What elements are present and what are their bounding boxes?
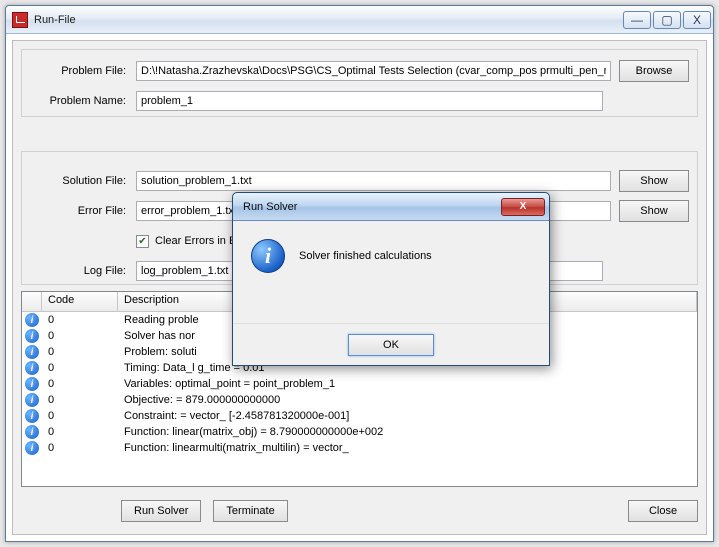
info-icon: i <box>25 345 39 359</box>
minimize-button[interactable]: — <box>623 11 651 29</box>
solution-file-input[interactable] <box>136 171 611 191</box>
dialog-titlebar[interactable]: Run Solver X <box>233 193 549 221</box>
row-description: Variables: optimal_point = point_problem… <box>118 378 697 390</box>
row-code: 0 <box>42 330 118 342</box>
window-title: Run-File <box>34 14 623 26</box>
clear-errors-label: Clear Errors in Er <box>155 235 240 247</box>
table-row[interactable]: i0Objective: = 879.000000000000 <box>22 392 697 408</box>
row-description: Function: linear(matrix_obj) = 8.7900000… <box>118 426 697 438</box>
info-icon: i <box>25 393 39 407</box>
row-info-icon: i <box>22 345 42 359</box>
row-info-icon: i <box>22 409 42 423</box>
info-icon: i <box>25 361 39 375</box>
problem-group: Problem File: Browse Problem Name: <box>21 49 698 117</box>
row-info-icon: i <box>22 329 42 343</box>
maximize-button[interactable]: ▢ <box>653 11 681 29</box>
show-solution-button[interactable]: Show <box>619 170 689 192</box>
row-info-icon: i <box>22 377 42 391</box>
ok-button[interactable]: OK <box>348 334 434 356</box>
table-row[interactable]: i0Variables: optimal_point = point_probl… <box>22 376 697 392</box>
clear-errors-checkbox[interactable]: ✔ Clear Errors in Er <box>136 235 240 248</box>
error-file-label: Error File: <box>30 205 136 217</box>
info-icon: i <box>25 425 39 439</box>
titlebar[interactable]: Run-File — ▢ X <box>6 6 713 34</box>
row-code: 0 <box>42 378 118 390</box>
dialog-title: Run Solver <box>243 201 501 213</box>
app-icon <box>12 12 28 28</box>
checkbox-icon: ✔ <box>136 235 149 248</box>
row-description: Function: linearmulti(matrix_multilin) =… <box>118 442 697 454</box>
row-info-icon: i <box>22 313 42 327</box>
solution-file-label: Solution File: <box>30 175 136 187</box>
row-description: Objective: = 879.000000000000 <box>118 394 697 406</box>
row-code: 0 <box>42 426 118 438</box>
browse-button[interactable]: Browse <box>619 60 689 82</box>
info-icon: i <box>251 239 285 273</box>
dialog-close-button[interactable]: X <box>501 198 545 216</box>
row-code: 0 <box>42 362 118 374</box>
info-icon: i <box>25 409 39 423</box>
problem-name-label: Problem Name: <box>30 95 136 107</box>
problem-name-input[interactable] <box>136 91 603 111</box>
dialog-message: Solver finished calculations <box>299 250 432 262</box>
window-close-button[interactable]: X <box>683 11 711 29</box>
close-button[interactable]: Close <box>628 500 698 522</box>
grid-header-icon[interactable] <box>22 292 42 311</box>
show-error-button[interactable]: Show <box>619 200 689 222</box>
info-icon: i <box>25 441 39 455</box>
row-info-icon: i <box>22 361 42 375</box>
row-description: Constraint: = vector_ [-2.458781320000e-… <box>118 410 697 422</box>
grid-header-code[interactable]: Code <box>42 292 118 311</box>
run-solver-button[interactable]: Run Solver <box>121 500 201 522</box>
run-solver-dialog: Run Solver X i Solver finished calculati… <box>232 192 550 366</box>
row-info-icon: i <box>22 441 42 455</box>
row-code: 0 <box>42 346 118 358</box>
row-code: 0 <box>42 442 118 454</box>
table-row[interactable]: i0Constraint: = vector_ [-2.458781320000… <box>22 408 697 424</box>
row-code: 0 <box>42 314 118 326</box>
row-code: 0 <box>42 410 118 422</box>
terminate-button[interactable]: Terminate <box>213 500 287 522</box>
table-row[interactable]: i0Function: linearmulti(matrix_multilin)… <box>22 440 697 456</box>
info-icon: i <box>25 313 39 327</box>
row-info-icon: i <box>22 425 42 439</box>
log-file-label: Log File: <box>30 265 136 277</box>
row-info-icon: i <box>22 393 42 407</box>
info-icon: i <box>25 329 39 343</box>
table-row[interactable]: i0Function: linear(matrix_obj) = 8.79000… <box>22 424 697 440</box>
row-code: 0 <box>42 394 118 406</box>
problem-file-input[interactable] <box>136 61 611 81</box>
bottom-buttons: Run Solver Terminate Close <box>21 496 698 526</box>
problem-file-label: Problem File: <box>30 65 136 77</box>
info-icon: i <box>25 377 39 391</box>
